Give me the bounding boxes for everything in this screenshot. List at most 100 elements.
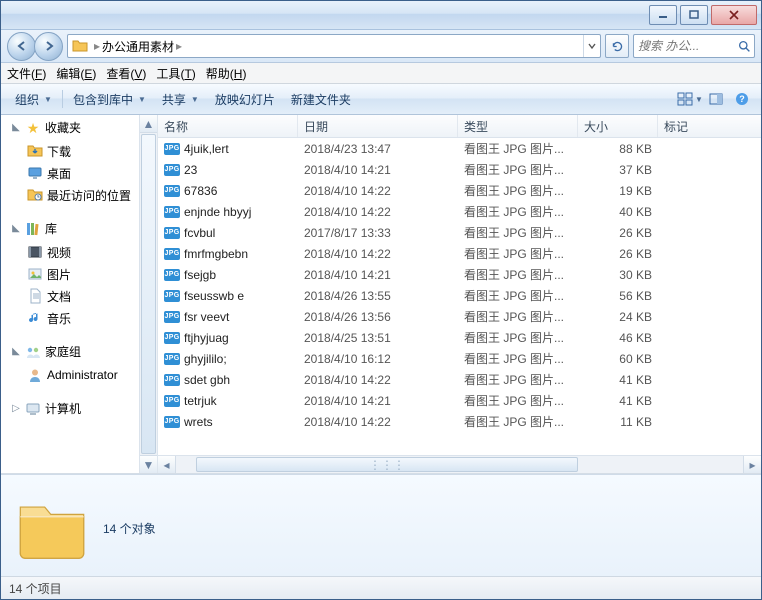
chevron-down-icon: ▼ bbox=[191, 95, 199, 104]
menu-edit[interactable]: 编辑(E) bbox=[56, 65, 96, 82]
sidebar-item-recent[interactable]: 最近访问的位置 bbox=[1, 184, 140, 206]
maximize-icon bbox=[689, 10, 699, 20]
scroll-down-icon[interactable]: ▼ bbox=[140, 455, 157, 473]
file-row[interactable]: JPG4juik,lert2018/4/23 13:47看图王 JPG 图片..… bbox=[158, 138, 761, 159]
file-date: 2018/4/10 14:22 bbox=[298, 373, 458, 387]
file-row[interactable]: JPGwrets2018/4/10 14:22看图王 JPG 图片...11 K… bbox=[158, 411, 761, 432]
include-in-library-button[interactable]: 包含到库中▼ bbox=[65, 84, 154, 114]
svg-text:?: ? bbox=[739, 94, 745, 104]
new-folder-button[interactable]: 新建文件夹 bbox=[283, 84, 359, 114]
file-row[interactable]: JPGfsr veevt2018/4/26 13:56看图王 JPG 图片...… bbox=[158, 306, 761, 327]
jpg-icon: JPG bbox=[164, 143, 180, 155]
view-icon bbox=[677, 92, 693, 106]
file-type: 看图王 JPG 图片... bbox=[458, 203, 578, 220]
menu-help[interactable]: 帮助(H) bbox=[206, 65, 247, 82]
column-header-date[interactable]: 日期 bbox=[298, 115, 458, 137]
status-text: 14 个项目 bbox=[9, 580, 62, 597]
file-row[interactable]: JPGtetrjuk2018/4/10 14:21看图王 JPG 图片...41… bbox=[158, 390, 761, 411]
collapse-icon: ◣ bbox=[11, 346, 21, 357]
address-bar[interactable]: ▸ 办公通用素材 ▸ bbox=[67, 34, 601, 58]
scroll-up-icon[interactable]: ▲ bbox=[140, 115, 157, 133]
sidebar-group-computer[interactable]: ▷ 计算机 bbox=[1, 396, 140, 421]
search-button[interactable] bbox=[734, 40, 754, 53]
back-button[interactable] bbox=[7, 32, 36, 61]
file-size: 37 KB bbox=[578, 163, 658, 177]
minimize-button[interactable] bbox=[649, 5, 677, 25]
chevron-down-icon: ▼ bbox=[695, 95, 703, 104]
sidebar-label: 图片 bbox=[47, 266, 71, 283]
file-type: 看图王 JPG 图片... bbox=[458, 308, 578, 325]
file-list-pane: 名称 日期 类型 大小 标记 JPG4juik,lert2018/4/23 13… bbox=[158, 115, 761, 473]
file-row[interactable]: JPG678362018/4/10 14:22看图王 JPG 图片...19 K… bbox=[158, 180, 761, 201]
file-row[interactable]: JPGfsejgb2018/4/10 14:21看图王 JPG 图片...30 … bbox=[158, 264, 761, 285]
file-size: 41 KB bbox=[578, 373, 658, 387]
file-name: 23 bbox=[184, 163, 197, 177]
file-row[interactable]: JPGsdet gbh2018/4/10 14:22看图王 JPG 图片...4… bbox=[158, 369, 761, 390]
scroll-right-icon[interactable]: ▸ bbox=[743, 456, 761, 473]
sidebar-item-downloads[interactable]: 下载 bbox=[1, 140, 140, 162]
sidebar-item-videos[interactable]: 视频 bbox=[1, 241, 140, 263]
menu-file[interactable]: 文件(F) bbox=[7, 65, 46, 82]
file-date: 2018/4/26 13:55 bbox=[298, 289, 458, 303]
file-date: 2018/4/10 14:21 bbox=[298, 268, 458, 282]
file-date: 2018/4/10 16:12 bbox=[298, 352, 458, 366]
scrollbar-track[interactable]: ⋮⋮⋮ bbox=[176, 456, 743, 473]
file-size: 46 KB bbox=[578, 331, 658, 345]
sidebar-label: 家庭组 bbox=[45, 343, 81, 360]
search-box[interactable] bbox=[633, 34, 755, 58]
menu-view[interactable]: 查看(V) bbox=[106, 65, 146, 82]
scrollbar-thumb[interactable] bbox=[141, 134, 156, 454]
file-row[interactable]: JPGfcvbul2017/8/17 13:33看图王 JPG 图片...26 … bbox=[158, 222, 761, 243]
file-type: 看图王 JPG 图片... bbox=[458, 224, 578, 241]
sidebar-scrollbar[interactable]: ▲ ▼ bbox=[139, 115, 157, 473]
column-header-tags[interactable]: 标记 bbox=[658, 115, 761, 137]
column-header-type[interactable]: 类型 bbox=[458, 115, 578, 137]
file-type: 看图王 JPG 图片... bbox=[458, 329, 578, 346]
forward-button[interactable] bbox=[34, 32, 63, 61]
maximize-button[interactable] bbox=[680, 5, 708, 25]
file-row[interactable]: JPGfmrfmgbebn2018/4/10 14:22看图王 JPG 图片..… bbox=[158, 243, 761, 264]
horizontal-scrollbar[interactable]: ◂ ⋮⋮⋮ ▸ bbox=[158, 455, 761, 473]
address-history-dropdown[interactable] bbox=[583, 35, 600, 57]
file-name: ghyjililo; bbox=[184, 352, 227, 366]
sidebar-group-homegroup[interactable]: ◣ 家庭组 bbox=[1, 339, 140, 364]
scrollbar-thumb[interactable]: ⋮⋮⋮ bbox=[196, 457, 578, 472]
change-view-button[interactable]: ▼ bbox=[677, 88, 703, 110]
jpg-icon: JPG bbox=[164, 164, 180, 176]
file-row[interactable]: JPGenjnde hbyyj2018/4/10 14:22看图王 JPG 图片… bbox=[158, 201, 761, 222]
sidebar-label: 视频 bbox=[47, 244, 71, 261]
refresh-button[interactable] bbox=[605, 34, 629, 58]
menu-tools[interactable]: 工具(T) bbox=[156, 65, 195, 82]
sidebar-item-pictures[interactable]: 图片 bbox=[1, 263, 140, 285]
sidebar-item-desktop[interactable]: 桌面 bbox=[1, 162, 140, 184]
file-name: fmrfmgbebn bbox=[184, 247, 248, 261]
sidebar-item-music[interactable]: 音乐 bbox=[1, 307, 140, 329]
file-row[interactable]: JPGghyjililo;2018/4/10 16:12看图王 JPG 图片..… bbox=[158, 348, 761, 369]
sidebar-item-documents[interactable]: 文档 bbox=[1, 285, 140, 307]
slideshow-button[interactable]: 放映幻灯片 bbox=[207, 84, 283, 114]
file-name: enjnde hbyyj bbox=[184, 205, 251, 219]
file-row[interactable]: JPGftjhyjuag2018/4/25 13:51看图王 JPG 图片...… bbox=[158, 327, 761, 348]
search-input[interactable] bbox=[634, 39, 734, 53]
large-folder-icon bbox=[13, 490, 91, 568]
organize-button[interactable]: 组织▼ bbox=[7, 84, 60, 114]
column-header-size[interactable]: 大小 bbox=[578, 115, 658, 137]
share-button[interactable]: 共享▼ bbox=[154, 84, 207, 114]
scroll-left-icon[interactable]: ◂ bbox=[158, 456, 176, 473]
downloads-icon bbox=[27, 143, 43, 159]
close-button[interactable] bbox=[711, 5, 757, 25]
sidebar-group-libraries[interactable]: ◣ 库 bbox=[1, 216, 140, 241]
preview-pane-button[interactable] bbox=[703, 88, 729, 110]
sidebar-item-administrator[interactable]: Administrator bbox=[1, 364, 140, 386]
file-type: 看图王 JPG 图片... bbox=[458, 245, 578, 262]
file-size: 40 KB bbox=[578, 205, 658, 219]
file-name: fseusswb e bbox=[184, 289, 244, 303]
sidebar-label: 收藏夹 bbox=[45, 119, 81, 136]
file-date: 2018/4/25 13:51 bbox=[298, 331, 458, 345]
sidebar-group-favorites[interactable]: ◣ ★ 收藏夹 bbox=[1, 115, 140, 140]
file-row[interactable]: JPGfseusswb e2018/4/26 13:55看图王 JPG 图片..… bbox=[158, 285, 761, 306]
column-header-name[interactable]: 名称 bbox=[158, 115, 298, 137]
help-button[interactable]: ? bbox=[729, 88, 755, 110]
file-row[interactable]: JPG232018/4/10 14:21看图王 JPG 图片...37 KB bbox=[158, 159, 761, 180]
breadcrumb-folder[interactable]: 办公通用素材 bbox=[102, 38, 174, 55]
